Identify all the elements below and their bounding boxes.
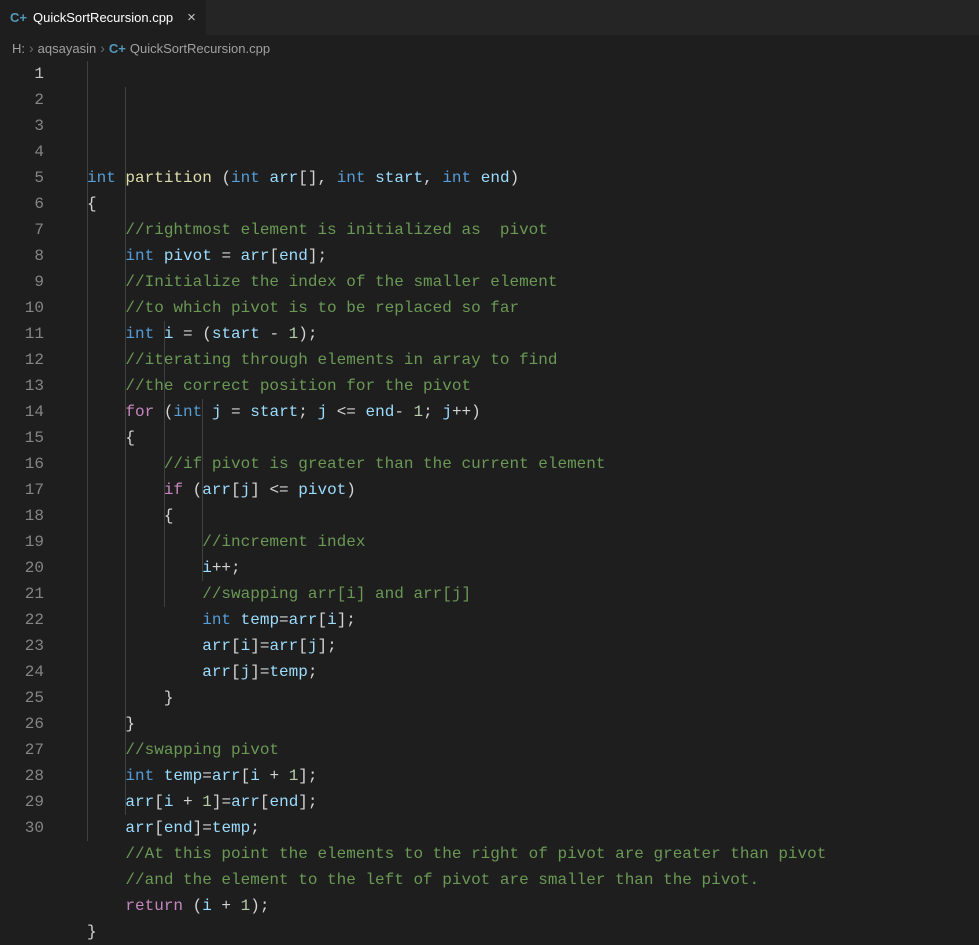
code-line[interactable]: arr[i]=arr[j]; [87,633,979,659]
code-content[interactable]: int partition (int arr[], int start, int… [66,61,979,945]
line-number: 19 [0,529,44,555]
line-number: 15 [0,425,44,451]
code-line[interactable]: { [87,425,979,451]
cursor [87,61,88,87]
code-line[interactable]: arr[end]=temp; [87,815,979,841]
close-icon[interactable]: × [187,9,196,26]
cpp-icon: C+ [10,10,27,25]
line-number: 30 [0,815,44,841]
code-line[interactable]: //the correct position for the pivot [87,373,979,399]
line-number: 7 [0,217,44,243]
code-line[interactable]: { [87,503,979,529]
code-line[interactable]: int i = (start - 1); [87,321,979,347]
breadcrumb-file[interactable]: QuickSortRecursion.cpp [130,41,270,56]
cpp-icon: C+ [109,41,126,56]
code-line[interactable]: int partition (int arr[], int start, int… [87,165,979,191]
line-number: 14 [0,399,44,425]
code-line[interactable]: i++; [87,555,979,581]
line-number: 12 [0,347,44,373]
code-line[interactable]: if (arr[j] <= pivot) [87,477,979,503]
code-line[interactable]: //to which pivot is to be replaced so fa… [87,295,979,321]
line-number: 16 [0,451,44,477]
line-number: 9 [0,269,44,295]
code-line[interactable]: int temp=arr[i]; [87,607,979,633]
code-line[interactable]: for (int j = start; j <= end- 1; j++) [87,399,979,425]
chevron-right-icon: › [100,40,105,56]
code-line[interactable]: return (i + 1); [87,893,979,919]
line-number: 20 [0,555,44,581]
code-line[interactable]: } [87,711,979,737]
line-number: 22 [0,607,44,633]
code-line[interactable]: //swapping pivot [87,737,979,763]
line-number: 3 [0,113,44,139]
line-number: 5 [0,165,44,191]
line-number: 27 [0,737,44,763]
code-line[interactable]: int pivot = arr[end]; [87,243,979,269]
line-number: 25 [0,685,44,711]
breadcrumbs[interactable]: H: › aqsayasin › C+ QuickSortRecursion.c… [0,35,979,61]
line-number: 13 [0,373,44,399]
line-number: 1 [0,61,44,87]
line-number: 11 [0,321,44,347]
line-number: 4 [0,139,44,165]
code-line[interactable]: arr[j]=temp; [87,659,979,685]
breadcrumb-folder[interactable]: aqsayasin [38,41,97,56]
line-number-gutter: 1234567891011121314151617181920212223242… [0,61,66,945]
line-number: 29 [0,789,44,815]
line-number: 28 [0,763,44,789]
code-line[interactable]: //Initialize the index of the smaller el… [87,269,979,295]
line-number: 23 [0,633,44,659]
code-line[interactable]: } [87,919,979,945]
line-number: 21 [0,581,44,607]
code-line[interactable]: //increment index [87,529,979,555]
code-line[interactable]: //At this point the elements to the righ… [87,841,979,867]
code-line[interactable]: //rightmost element is initialized as pi… [87,217,979,243]
line-number: 26 [0,711,44,737]
line-number: 10 [0,295,44,321]
editor-tab[interactable]: C+ QuickSortRecursion.cpp × [0,0,206,35]
line-number: 8 [0,243,44,269]
code-line[interactable]: arr[i + 1]=arr[end]; [87,789,979,815]
code-line[interactable]: int temp=arr[i + 1]; [87,763,979,789]
tab-title: QuickSortRecursion.cpp [33,10,173,25]
code-line[interactable]: //if pivot is greater than the current e… [87,451,979,477]
tab-bar: C+ QuickSortRecursion.cpp × [0,0,979,35]
code-line[interactable]: //swapping arr[i] and arr[j] [87,581,979,607]
line-number: 17 [0,477,44,503]
code-editor[interactable]: 1234567891011121314151617181920212223242… [0,61,979,945]
line-number: 2 [0,87,44,113]
code-line[interactable]: } [87,685,979,711]
line-number: 6 [0,191,44,217]
breadcrumb-drive[interactable]: H: [12,41,25,56]
code-line[interactable]: //iterating through elements in array to… [87,347,979,373]
code-line[interactable]: { [87,191,979,217]
chevron-right-icon: › [29,40,34,56]
line-number: 18 [0,503,44,529]
line-number: 24 [0,659,44,685]
code-line[interactable]: //and the element to the left of pivot a… [87,867,979,893]
